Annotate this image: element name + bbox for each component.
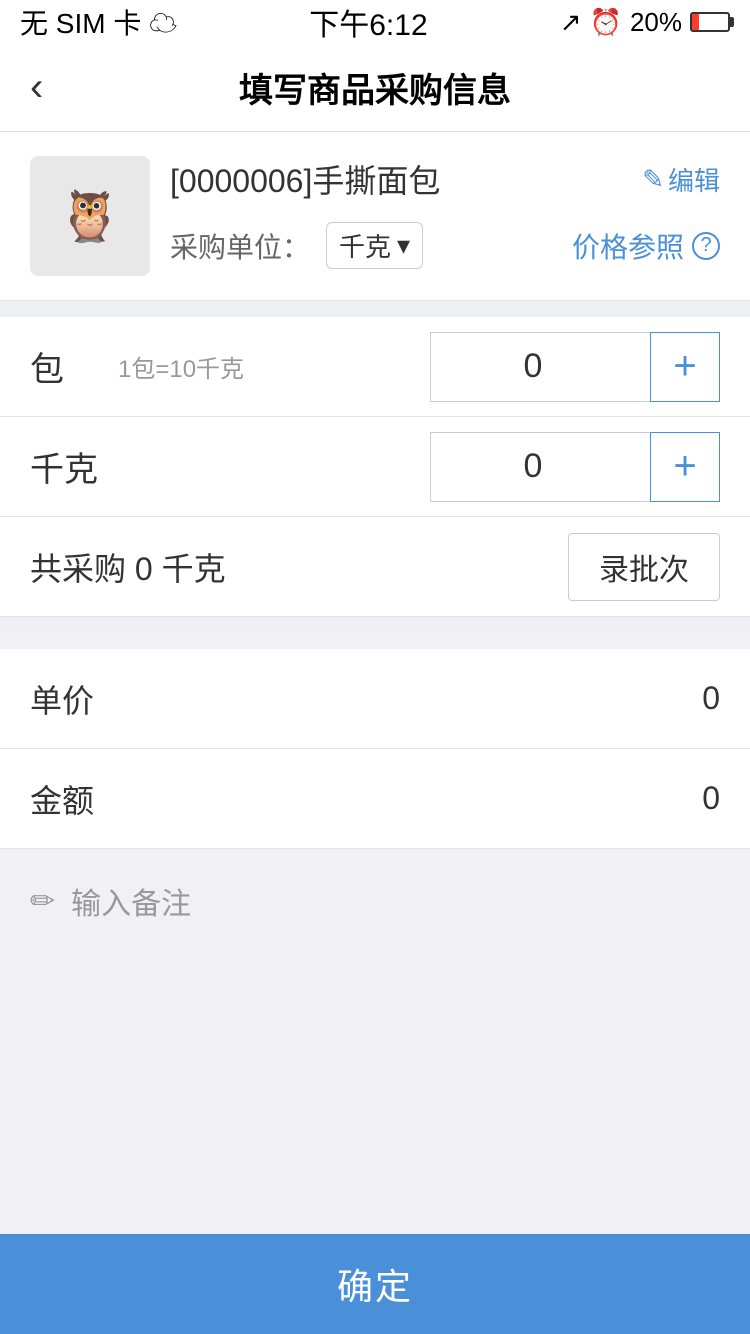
confirm-button[interactable]: 确定 — [0, 1234, 750, 1334]
price-ref-button[interactable]: 价格参照 ? — [572, 226, 720, 266]
status-left: 无 SIM 卡 ☁ — [20, 2, 177, 42]
bag-input-wrapper: + — [430, 332, 720, 402]
purchase-unit-label: 采购单位： — [170, 226, 310, 266]
nav-bar: ‹ 填写商品采购信息 — [0, 44, 750, 132]
amount-row: 金额 0 — [0, 749, 750, 849]
bag-input-row: 包 1包=10千克 + — [0, 317, 750, 417]
summary-text: 共采购 0 千克 — [30, 544, 226, 590]
kg-plus-button[interactable]: + — [650, 432, 720, 502]
notes-placeholder: 输入备注 — [71, 879, 191, 923]
notes-section[interactable]: ✏ 输入备注 — [0, 849, 750, 953]
product-name: [0000006]手撕面包 — [170, 156, 440, 202]
edit-icon: ✎ — [642, 164, 664, 195]
kg-input-row: 千克 + — [0, 417, 750, 517]
bag-sublabel: 1包=10千克 — [118, 349, 430, 384]
divider-1 — [0, 301, 750, 317]
product-info: [0000006]手撕面包 ✎ 编辑 采购单位： 千克 ▾ 价格参照 ? — [170, 156, 720, 269]
batch-button[interactable]: 录批次 — [568, 533, 720, 601]
summary-row: 共采购 0 千克 录批次 — [0, 517, 750, 617]
back-button[interactable]: ‹ — [30, 65, 43, 110]
amount-value: 0 — [702, 780, 720, 817]
amount-label: 金额 — [30, 776, 94, 822]
content-area — [0, 953, 750, 1253]
unit-value: 千克 — [339, 227, 391, 264]
edit-label: 编辑 — [668, 161, 720, 198]
input-section: 包 1包=10千克 + 千克 + 共采购 0 千克 录批次 — [0, 317, 750, 617]
unit-price-label: 单价 — [30, 676, 94, 722]
kg-input[interactable] — [430, 432, 650, 502]
product-logo: 🦉 — [59, 187, 121, 246]
purchase-unit-row: 采购单位： 千克 ▾ 价格参照 ? — [170, 222, 720, 269]
kg-input-wrapper: + — [430, 432, 720, 502]
battery-icon — [690, 12, 730, 32]
battery-text: 20% — [630, 7, 682, 38]
unit-price-value: 0 — [702, 680, 720, 717]
bag-label: 包 — [30, 342, 110, 391]
status-right: ↗ ⏰ 20% — [560, 7, 730, 38]
unit-select[interactable]: 千克 ▾ — [326, 222, 423, 269]
edit-button[interactable]: ✎ 编辑 — [642, 161, 720, 198]
product-name-row: [0000006]手撕面包 ✎ 编辑 — [170, 156, 720, 202]
alarm-icon: ⏰ — [590, 7, 622, 38]
status-time: 下午6:12 — [309, 0, 427, 44]
pencil-icon: ✏ — [30, 884, 55, 919]
unit-price-row: 单价 0 — [0, 649, 750, 749]
location-icon: ↗ — [560, 7, 582, 38]
page-title: 填写商品采购信息 — [239, 63, 511, 112]
kg-label: 千克 — [30, 442, 110, 491]
bag-plus-button[interactable]: + — [650, 332, 720, 402]
price-section: 单价 0 金额 0 — [0, 649, 750, 849]
bag-input[interactable] — [430, 332, 650, 402]
price-ref-label: 价格参照 — [572, 226, 684, 266]
product-card: 🦉 [0000006]手撕面包 ✎ 编辑 采购单位： 千克 ▾ 价格参照 ? — [0, 132, 750, 301]
help-icon: ? — [692, 232, 720, 260]
chevron-down-icon: ▾ — [397, 230, 410, 261]
divider-2 — [0, 617, 750, 633]
status-bar: 无 SIM 卡 ☁ 下午6:12 ↗ ⏰ 20% — [0, 0, 750, 44]
sim-text: 无 SIM 卡 ☁ — [20, 2, 177, 42]
product-image: 🦉 — [30, 156, 150, 276]
